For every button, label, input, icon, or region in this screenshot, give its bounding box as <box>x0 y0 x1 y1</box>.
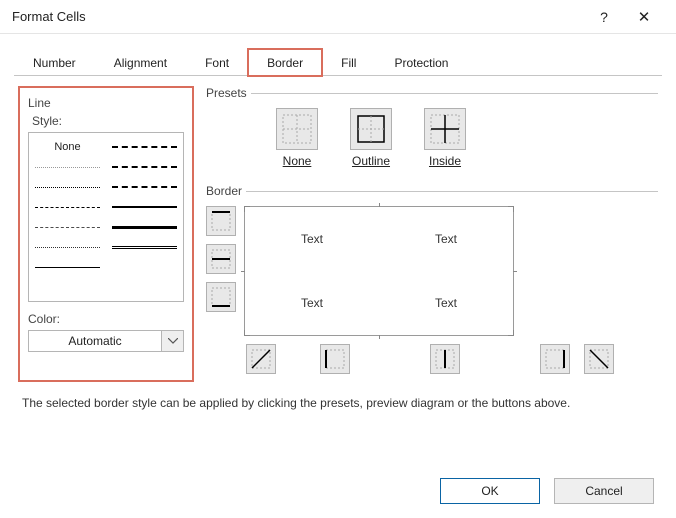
line-style-option[interactable] <box>112 246 177 249</box>
preset-inside-icon <box>424 108 466 150</box>
close-icon[interactable]: ✕ <box>624 8 664 26</box>
line-panel: Line Style: None Color: Automatic <box>18 86 194 382</box>
chevron-down-icon[interactable] <box>162 330 184 352</box>
line-style-option[interactable] <box>35 207 100 208</box>
ok-button[interactable]: OK <box>440 478 540 504</box>
line-style-box[interactable]: None <box>28 132 184 302</box>
tab-font[interactable]: Font <box>186 49 248 76</box>
border-left-button[interactable] <box>320 344 350 374</box>
hint-text: The selected border style can be applied… <box>0 388 676 410</box>
right-panel: Presets None Outline Inside Border <box>206 86 658 382</box>
tab-alignment[interactable]: Alignment <box>95 49 186 76</box>
preview-cell: Text <box>245 271 379 335</box>
border-bottom-button[interactable] <box>206 282 236 312</box>
border-top-button[interactable] <box>206 206 236 236</box>
border-label: Border <box>206 184 246 198</box>
window-title: Format Cells <box>12 9 86 24</box>
tab-number[interactable]: Number <box>14 49 95 76</box>
line-style-option[interactable] <box>112 186 177 188</box>
footer: OK Cancel <box>440 478 654 504</box>
line-style-option[interactable] <box>35 267 100 268</box>
presets-label: Presets <box>206 86 251 100</box>
preset-outline-icon <box>350 108 392 150</box>
preview-cell: Text <box>379 207 513 271</box>
color-value: Automatic <box>28 330 162 352</box>
preset-none-icon <box>276 108 318 150</box>
line-style-option[interactable] <box>112 206 177 208</box>
line-style-option[interactable] <box>112 146 177 148</box>
tab-protection[interactable]: Protection <box>375 49 467 76</box>
preview-cell: Text <box>245 207 379 271</box>
border-preview[interactable]: Text Text Text Text <box>244 206 514 336</box>
border-group: Border Text Text <box>206 184 658 374</box>
border-mid-v-button[interactable] <box>430 344 460 374</box>
line-style-option[interactable] <box>35 187 100 188</box>
preset-inside[interactable]: Inside <box>424 108 466 168</box>
help-icon[interactable]: ? <box>584 9 624 25</box>
border-diag-down-button[interactable] <box>584 344 614 374</box>
tabs: Number Alignment Font Border Fill Protec… <box>14 48 662 76</box>
tab-fill[interactable]: Fill <box>322 49 375 76</box>
tab-border[interactable]: Border <box>248 49 322 76</box>
preset-inside-label: Inside <box>424 154 466 168</box>
preset-outline[interactable]: Outline <box>350 108 392 168</box>
border-mid-h-button[interactable] <box>206 244 236 274</box>
presets-group: Presets None Outline Inside <box>206 86 658 176</box>
line-style-none[interactable]: None <box>35 141 100 153</box>
preview-cell: Text <box>379 271 513 335</box>
color-select[interactable]: Automatic <box>28 330 184 352</box>
line-style-option[interactable] <box>35 227 100 228</box>
border-right-button[interactable] <box>540 344 570 374</box>
color-label: Color: <box>28 312 184 326</box>
preset-outline-label: Outline <box>350 154 392 168</box>
style-label: Style: <box>32 114 184 128</box>
preset-none-label: None <box>276 154 318 168</box>
preset-none[interactable]: None <box>276 108 318 168</box>
line-style-option[interactable] <box>35 167 100 168</box>
line-group-label: Line <box>28 96 184 110</box>
line-style-option[interactable] <box>112 166 177 168</box>
border-diag-up-button[interactable] <box>246 344 276 374</box>
titlebar: Format Cells ? ✕ <box>0 0 676 34</box>
line-style-option[interactable] <box>112 226 177 229</box>
cancel-button[interactable]: Cancel <box>554 478 654 504</box>
line-style-option[interactable] <box>35 247 100 248</box>
